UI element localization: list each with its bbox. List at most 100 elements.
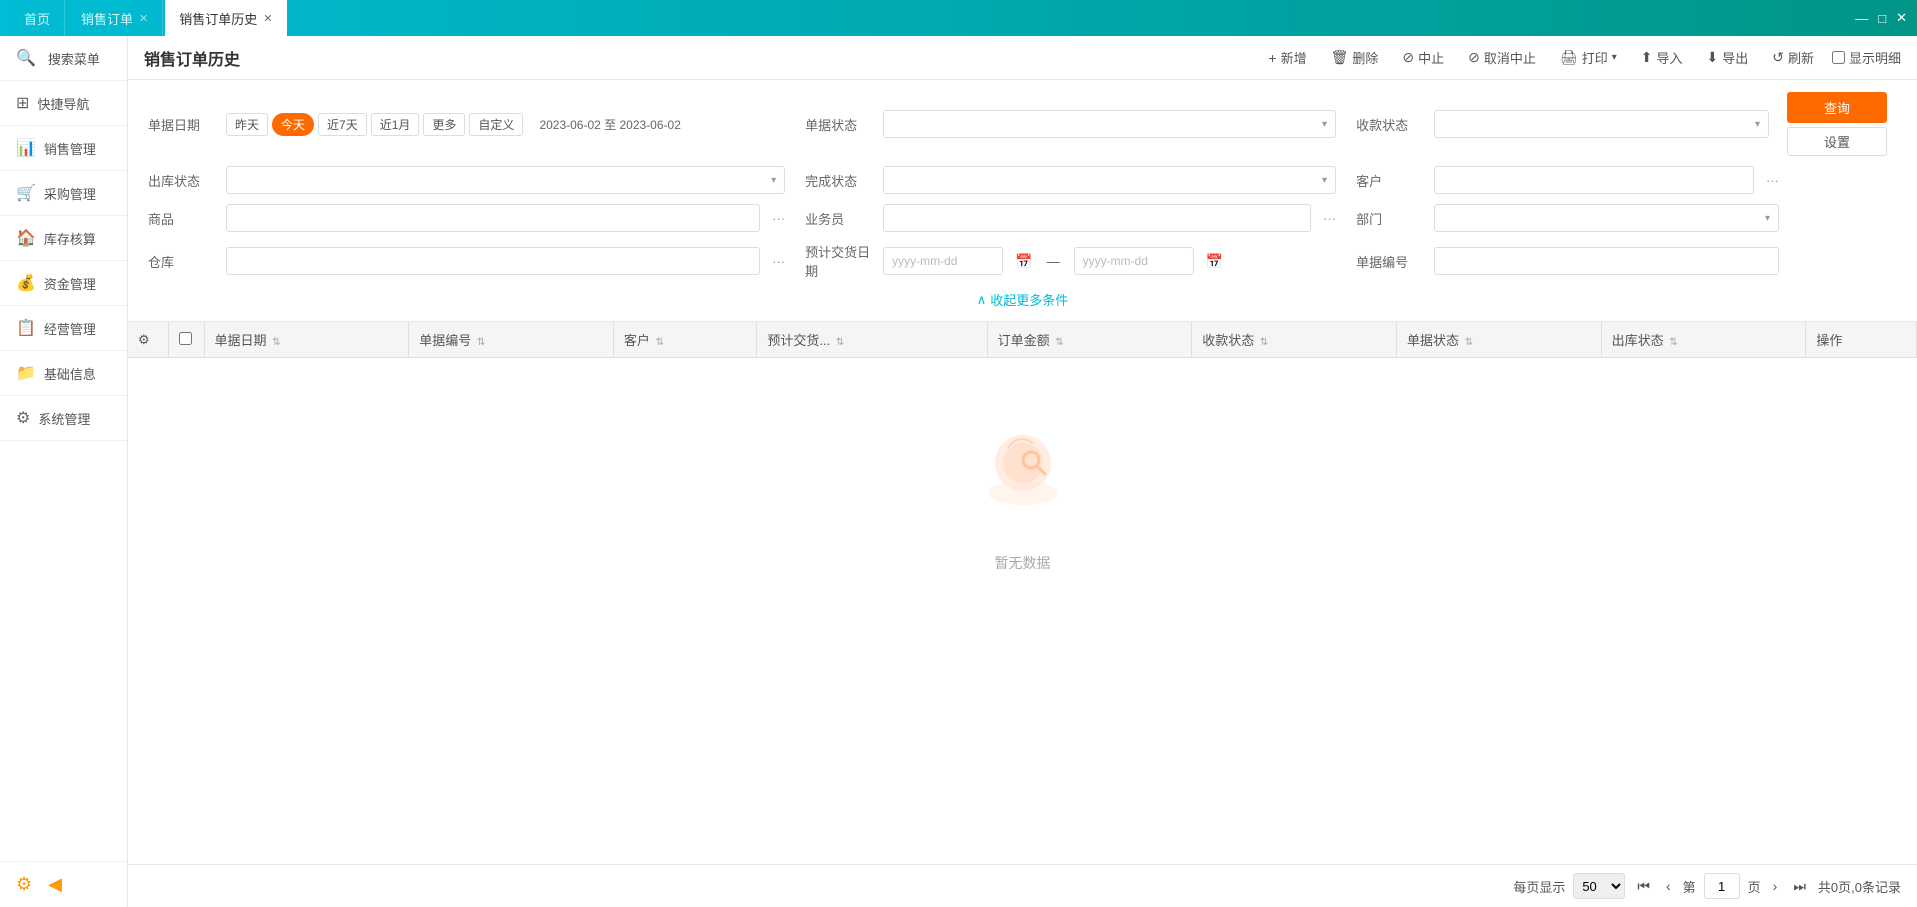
- toolbar-actions: + 新增 🗑 删除 ⊘ 中止 ⊘ 取消中止 🖨 打印: [1262, 44, 1901, 71]
- import-button[interactable]: ⬆ 导入: [1635, 44, 1689, 71]
- display-cols-checkbox[interactable]: [1832, 51, 1845, 64]
- empty-icon: [973, 418, 1073, 537]
- tab-sales-history-label: 销售订单历史: [179, 9, 257, 28]
- stop-icon: ⊘: [1402, 49, 1414, 66]
- main-layout: 🔍 搜索菜单 ⊞ 快捷导航 📊 销售管理 🛒 采购管理 🏠 库存核算 💰 资金管…: [0, 36, 1917, 907]
- settings-bottom-icon[interactable]: ⚙: [16, 874, 32, 895]
- stop-label: 中止: [1418, 48, 1444, 67]
- data-table: ⚙ 单据日期 ⇅ 单据编号 ⇅: [128, 322, 1917, 358]
- select-all-checkbox[interactable]: [179, 332, 192, 345]
- th-no-sort[interactable]: ⇅: [477, 337, 485, 348]
- filter-area: 单据日期 昨天 今天 近7天 近1月 更多 自定义 2023-06-02 至 2…: [128, 80, 1917, 322]
- warehouse-input[interactable]: [226, 247, 760, 275]
- stop-button[interactable]: ⊘ 中止: [1396, 44, 1450, 71]
- delete-button[interactable]: 🗑 删除: [1325, 44, 1385, 71]
- first-page-btn[interactable]: ⏮: [1633, 876, 1654, 897]
- date-btn-custom[interactable]: 自定义: [469, 113, 523, 136]
- tab-sales-order-close[interactable]: ✕: [139, 12, 148, 25]
- goods-dots[interactable]: ···: [772, 211, 785, 226]
- sidebar-item-finance[interactable]: 💰 资金管理: [0, 261, 127, 306]
- sidebar-search-label: 搜索菜单: [48, 49, 100, 68]
- collapse-sidebar-icon[interactable]: ◀: [48, 874, 62, 895]
- th-amount-sort[interactable]: ⇅: [1055, 337, 1063, 348]
- dept-select[interactable]: ▾: [1434, 204, 1779, 232]
- content-area: 销售订单历史 + 新增 🗑 删除 ⊘ 中止 ⊘ 取消中止: [128, 36, 1917, 907]
- sidebar-item-operations-label: 经营管理: [44, 319, 96, 338]
- page-size-select[interactable]: 50 10 20 100: [1573, 873, 1625, 899]
- th-customer-sort[interactable]: ⇅: [656, 337, 664, 348]
- export-button[interactable]: ⬇ 导出: [1700, 44, 1754, 71]
- salesperson-dots[interactable]: ···: [1323, 211, 1336, 226]
- new-button[interactable]: + 新增: [1262, 44, 1312, 71]
- th-payment-sort[interactable]: ⇅: [1260, 337, 1268, 348]
- filter-col-doc-status: 单据状态 ▾: [795, 110, 1346, 138]
- sidebar-item-purchase-mgmt-label: 采购管理: [44, 184, 96, 203]
- refresh-label: 刷新: [1788, 48, 1814, 67]
- import-icon: ⬆: [1641, 49, 1653, 66]
- print-button[interactable]: 🖨 打印: [1554, 44, 1623, 71]
- check-col-header: [168, 322, 204, 358]
- close-icon[interactable]: ✕: [1896, 10, 1907, 26]
- customer-input[interactable]: [1434, 166, 1754, 194]
- tab-sales-history-close[interactable]: ✕: [263, 12, 272, 25]
- payment-status-select[interactable]: ▾: [1434, 110, 1769, 138]
- collapse-button[interactable]: ∧ 收起更多条件: [148, 290, 1897, 309]
- delivery-date-to[interactable]: yyyy-mm-dd: [1074, 247, 1194, 275]
- delivery-date-to-cal[interactable]: 📅: [1206, 253, 1223, 270]
- sidebar-item-sales-mgmt[interactable]: 📊 销售管理: [0, 126, 127, 171]
- date-btn-today[interactable]: 今天: [272, 113, 314, 136]
- goods-input[interactable]: [226, 204, 760, 232]
- date-btn-1month[interactable]: 近1月: [371, 113, 420, 136]
- out-status-select[interactable]: ▾: [226, 166, 785, 194]
- settings-col-icon[interactable]: ⚙: [138, 332, 150, 347]
- sidebar-item-base-info[interactable]: 📁 基础信息: [0, 351, 127, 396]
- th-date-label: 单据日期: [215, 333, 267, 348]
- display-cols-toggle[interactable]: 显示明细: [1832, 48, 1901, 67]
- th-amount-label: 订单金额: [998, 333, 1050, 348]
- tab-sales-history[interactable]: 销售订单历史 ✕: [165, 0, 287, 36]
- date-btn-yesterday[interactable]: 昨天: [226, 113, 268, 136]
- refresh-button[interactable]: ↺ 刷新: [1766, 44, 1820, 71]
- sidebar-item-purchase-mgmt[interactable]: 🛒 采购管理: [0, 171, 127, 216]
- date-btn-more[interactable]: 更多: [423, 113, 465, 136]
- tab-sales-order[interactable]: 销售订单 ✕: [67, 0, 163, 36]
- sidebar-item-quick-nav[interactable]: ⊞ 快捷导航: [0, 81, 127, 126]
- date-btn-7days[interactable]: 近7天: [318, 113, 367, 136]
- customer-dots[interactable]: ···: [1766, 173, 1779, 188]
- last-page-btn[interactable]: ⏭: [1789, 876, 1810, 897]
- sidebar-search-menu[interactable]: 🔍 搜索菜单: [0, 36, 127, 81]
- delivery-date-from-cal[interactable]: 📅: [1015, 253, 1032, 270]
- th-date-sort[interactable]: ⇅: [272, 337, 280, 348]
- warehouse-label: 仓库: [148, 252, 218, 271]
- next-page-btn[interactable]: ›: [1769, 876, 1782, 896]
- quick-nav-icon: ⊞: [16, 93, 29, 113]
- table-header-row: ⚙ 单据日期 ⇅ 单据编号 ⇅: [128, 322, 1917, 358]
- delivery-date-from[interactable]: yyyy-mm-dd: [883, 247, 1003, 275]
- th-out-status-sort[interactable]: ⇅: [1669, 337, 1677, 348]
- maximize-icon[interactable]: □: [1878, 11, 1886, 26]
- th-no: 单据编号 ⇅: [409, 322, 614, 358]
- sidebar-item-operations[interactable]: 📋 经营管理: [0, 306, 127, 351]
- th-doc-status: 单据状态 ⇅: [1396, 322, 1601, 358]
- warehouse-dots[interactable]: ···: [772, 254, 785, 269]
- delete-icon: 🗑: [1331, 49, 1349, 66]
- page-input[interactable]: [1704, 873, 1740, 899]
- cancel-stop-button[interactable]: ⊘ 取消中止: [1462, 44, 1542, 71]
- prev-page-btn[interactable]: ‹: [1662, 876, 1675, 896]
- doc-no-input[interactable]: [1434, 247, 1779, 275]
- query-button[interactable]: 查询: [1787, 92, 1887, 123]
- salesperson-input[interactable]: [883, 204, 1311, 232]
- complete-status-label: 完成状态: [805, 171, 875, 190]
- sidebar-item-inventory[interactable]: 🏠 库存核算: [0, 216, 127, 261]
- complete-status-select[interactable]: ▾: [883, 166, 1336, 194]
- th-delivery-sort[interactable]: ⇅: [836, 337, 844, 348]
- sidebar-item-sys-mgmt[interactable]: ⚙ 系统管理: [0, 396, 127, 441]
- tab-home[interactable]: 首页: [10, 0, 65, 36]
- set-button[interactable]: 设置: [1787, 127, 1887, 156]
- th-no-label: 单据编号: [419, 333, 471, 348]
- doc-status-select[interactable]: ▾: [883, 110, 1336, 138]
- th-action: 操作: [1806, 322, 1917, 358]
- th-customer: 客户 ⇅: [613, 322, 757, 358]
- minimize-icon[interactable]: —: [1855, 11, 1868, 26]
- th-doc-status-sort[interactable]: ⇅: [1465, 337, 1473, 348]
